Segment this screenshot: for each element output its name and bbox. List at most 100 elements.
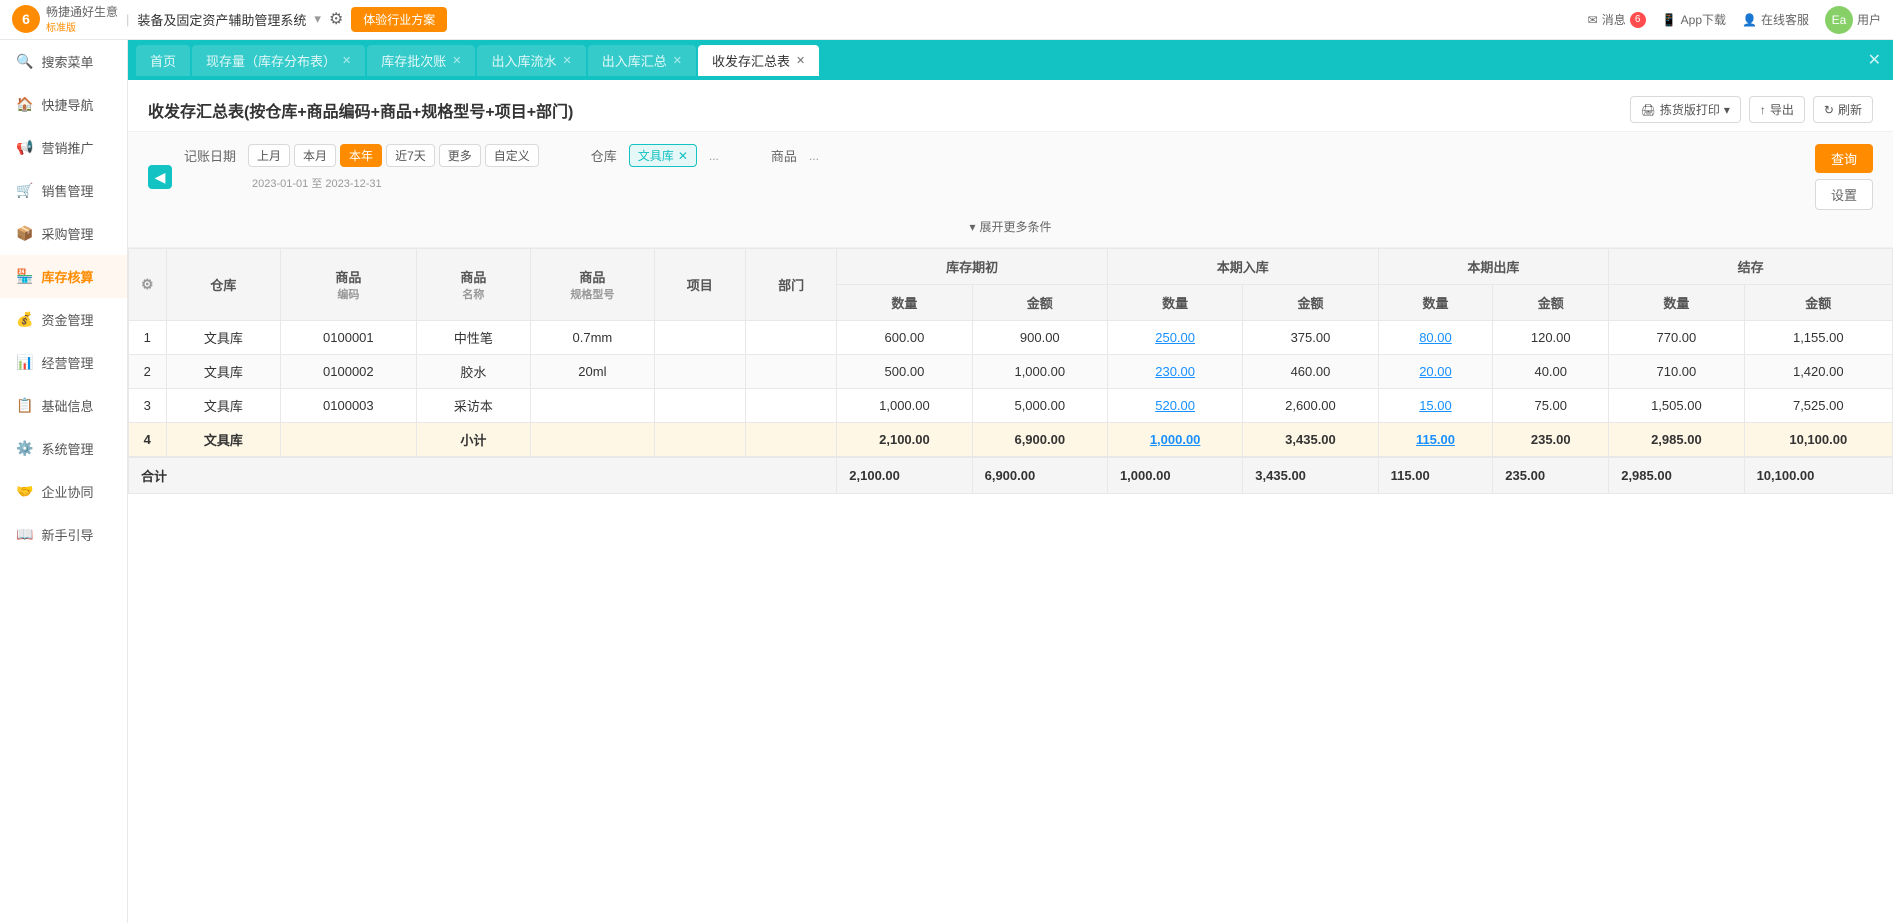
bal-amt-cell: 1,420.00: [1744, 355, 1892, 389]
sidebar-item-guide[interactable]: 📖 新手引导: [0, 513, 127, 556]
sidebar-item-quick[interactable]: 🏠 快捷导航: [0, 83, 127, 126]
filter-right-actions: 查询 设置: [1815, 144, 1873, 210]
date-btn-custom[interactable]: 自定义: [485, 144, 539, 167]
out-qty-cell[interactable]: 15.00: [1378, 389, 1493, 423]
avatar: Ea: [1825, 6, 1853, 34]
filter-collapse-btn[interactable]: ◀: [148, 165, 172, 189]
out-qty-cell[interactable]: 115.00: [1378, 423, 1493, 458]
online-service-btn[interactable]: 👤 在线客服: [1742, 11, 1809, 28]
date-btn-7days[interactable]: 近7天: [386, 144, 435, 167]
th-open-amt: 金额: [972, 285, 1107, 321]
sidebar-item-enterprise[interactable]: 🤝 企业协同: [0, 470, 127, 513]
warehouse-cell: 文具库: [166, 389, 281, 423]
tab-close-batch[interactable]: ✕: [452, 54, 461, 67]
date-btn-this-year[interactable]: 本年: [340, 144, 382, 167]
department-cell: [745, 389, 836, 423]
in-qty-cell[interactable]: 250.00: [1107, 321, 1242, 355]
project-cell: [654, 321, 745, 355]
in-qty-cell[interactable]: 230.00: [1107, 355, 1242, 389]
logo-text: 畅捷通好生意: [46, 5, 118, 19]
message-btn[interactable]: ✉ 消息 6: [1588, 11, 1646, 28]
sidebar-item-operations[interactable]: 📊 经营管理: [0, 341, 127, 384]
footer-in-qty: 1,000.00: [1107, 457, 1242, 494]
phone-icon: 📱: [1662, 13, 1677, 27]
footer-open-amt: 6,900.00: [972, 457, 1107, 494]
warehouse-ellipsis[interactable]: ...: [709, 149, 719, 163]
tab-inout-summary[interactable]: 出入库汇总 ✕: [588, 45, 696, 76]
tab-inout-flow[interactable]: 出入库流水 ✕: [477, 45, 585, 76]
purchase-icon: 📦: [16, 225, 33, 242]
out-qty-cell[interactable]: 20.00: [1378, 355, 1493, 389]
refresh-btn[interactable]: ↻ 刷新: [1813, 96, 1873, 123]
footer-bal-qty: 2,985.00: [1609, 457, 1744, 494]
service-icon: 👤: [1742, 13, 1757, 27]
table-row: 1 文具库 0100001 中性笔 0.7mm 600.00 900.00 25…: [129, 321, 1893, 355]
project-cell: [654, 389, 745, 423]
column-settings-icon[interactable]: ⚙: [141, 276, 154, 292]
tab-batch[interactable]: 库存批次账 ✕: [367, 45, 475, 76]
sidebar-item-label: 销售管理: [41, 181, 93, 200]
sidebar-item-search[interactable]: 🔍 搜索菜单: [0, 40, 127, 83]
guide-icon: 📖: [16, 526, 33, 543]
settings-btn[interactable]: 设置: [1815, 179, 1873, 210]
tab-inventory-dist[interactable]: 现存量（库存分布表） ✕: [192, 45, 365, 76]
tab-close-inout-flow[interactable]: ✕: [563, 54, 572, 67]
print-btn[interactable]: 🖨 拣货版打印 ▾: [1630, 96, 1741, 123]
in-amt-cell: 2,600.00: [1243, 389, 1378, 423]
th-period-in: 本期入库: [1107, 249, 1378, 285]
sidebar-item-purchase[interactable]: 📦 采购管理: [0, 212, 127, 255]
open-qty-cell: 1,000.00: [837, 389, 972, 423]
warehouse-cell: 文具库: [166, 355, 281, 389]
goods-ellipsis[interactable]: ...: [809, 149, 819, 163]
export-btn[interactable]: ↑ 导出: [1749, 96, 1805, 123]
operations-icon: 📊: [16, 354, 33, 371]
sidebar-item-label: 快捷导航: [41, 95, 93, 114]
date-btn-more[interactable]: 更多: [439, 144, 481, 167]
search-icon: 🔍: [16, 53, 33, 70]
tab-close-recv-send[interactable]: ✕: [796, 54, 805, 67]
warehouse-filter-label: 仓库: [591, 146, 617, 165]
app-download-btn[interactable]: 📱 App下载: [1662, 11, 1726, 28]
system-dropdown-icon[interactable]: ▾: [314, 11, 321, 27]
settings-icon[interactable]: ⚙: [329, 9, 343, 29]
top-bar-left: 6 畅捷通好生意 标准版 | 装备及固定资产辅助管理系统 ▾ ⚙ 体验行业方案: [12, 5, 447, 34]
th-out-amt: 金额: [1493, 285, 1609, 321]
project-cell: [654, 355, 745, 389]
name-cell: 采访本: [416, 389, 531, 423]
sidebar-item-marketing[interactable]: 📢 营销推广: [0, 126, 127, 169]
tab-close-inout-summary[interactable]: ✕: [673, 54, 682, 67]
sidebar-item-basic[interactable]: 📋 基础信息: [0, 384, 127, 427]
in-amt-cell: 375.00: [1243, 321, 1378, 355]
date-btn-this-month[interactable]: 本月: [294, 144, 336, 167]
in-qty-cell[interactable]: 520.00: [1107, 389, 1242, 423]
in-amt-cell: 460.00: [1243, 355, 1378, 389]
experience-btn[interactable]: 体验行业方案: [351, 7, 447, 32]
date-btn-last-month[interactable]: 上月: [248, 144, 290, 167]
sidebar-item-system[interactable]: ⚙️ 系统管理: [0, 427, 127, 470]
user-btn[interactable]: Ea 用户: [1825, 6, 1881, 34]
table-container: ⚙ 仓库 商品 编码 商品: [128, 248, 1893, 494]
expand-icon: ▾: [969, 220, 975, 234]
query-btn[interactable]: 查询: [1815, 144, 1873, 173]
th-settings: ⚙: [129, 249, 167, 321]
th-bal-qty: 数量: [1609, 285, 1744, 321]
footer-label: 合计: [129, 457, 837, 494]
open-qty-cell: 500.00: [837, 355, 972, 389]
warehouse-tag-remove[interactable]: ✕: [678, 149, 688, 163]
tab-close-inventory-dist[interactable]: ✕: [342, 54, 351, 67]
sidebar-item-finance[interactable]: 💰 资金管理: [0, 298, 127, 341]
footer-open-qty: 2,100.00: [837, 457, 972, 494]
out-qty-cell[interactable]: 80.00: [1378, 321, 1493, 355]
in-qty-cell[interactable]: 1,000.00: [1107, 423, 1242, 458]
sidebar-item-inventory[interactable]: 🏪 库存核算: [0, 255, 127, 298]
expand-conditions-btn[interactable]: ▾ 展开更多条件: [969, 218, 1051, 235]
tab-recv-send[interactable]: 收发存汇总表 ✕: [698, 45, 819, 76]
tab-home[interactable]: 首页: [136, 45, 190, 76]
footer-out-qty: 115.00: [1378, 457, 1493, 494]
th-name: 商品 名称: [416, 249, 531, 321]
sidebar-item-sales[interactable]: 🛒 销售管理: [0, 169, 127, 212]
app-container: 6 畅捷通好生意 标准版 | 装备及固定资产辅助管理系统 ▾ ⚙ 体验行业方案 …: [0, 0, 1893, 923]
filter-date-btns: 上月 本月 本年 近7天 更多 自定义: [248, 144, 539, 167]
table-header: ⚙ 仓库 商品 编码 商品: [129, 249, 1893, 321]
tab-bar-close-icon[interactable]: ✕: [1868, 50, 1881, 70]
